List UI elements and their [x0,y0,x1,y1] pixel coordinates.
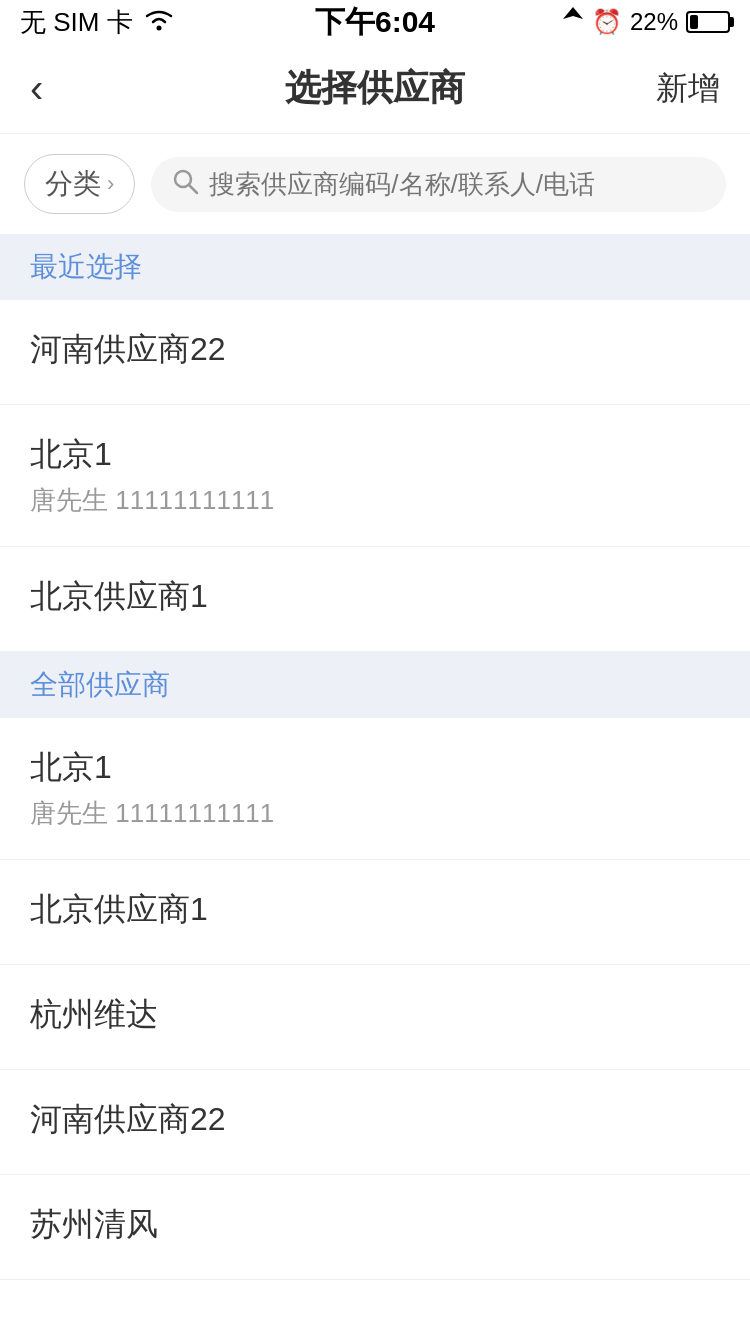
all-list-item[interactable]: 苏州清风 [0,1175,750,1280]
all-list: 北京1 唐先生 11111111111 北京供应商1 杭州维达河南供应商22 苏州清风 [0,718,750,1280]
recent-section-header: 最近选择 [0,234,750,300]
all-list-item[interactable]: 杭州维达 [0,965,750,1070]
item-name: 北京供应商1 [30,888,720,932]
back-button[interactable]: ‹ [30,66,110,111]
svg-line-2 [189,185,197,193]
status-time: 下午6:04 [315,2,435,43]
recent-list-item[interactable]: 北京1 唐先生 11111111111 [0,405,750,547]
svg-point-0 [156,25,161,30]
search-input[interactable] [209,169,706,200]
all-section-label: 全部供应商 [30,669,170,700]
status-right: ⏰ 22% [562,6,730,38]
item-name: 杭州维达 [30,993,720,1037]
status-left: 无 SIM 卡 [20,5,177,40]
item-name: 北京1 [30,433,720,477]
all-list-item[interactable]: 北京1 唐先生 11111111111 [0,718,750,860]
chevron-right-icon: › [107,171,114,197]
sim-status: 无 SIM 卡 [20,5,133,40]
search-bar: 分类 › [0,134,750,234]
category-label: 分类 [45,165,101,203]
search-icon [171,167,199,202]
item-sub: 唐先生 11111111111 [30,483,720,518]
battery-percent: 22% [630,8,678,36]
category-button[interactable]: 分类 › [24,154,135,214]
alarm-icon: ⏰ [592,8,622,36]
status-bar: 无 SIM 卡 下午6:04 ⏰ 22% [0,0,750,44]
item-name: 河南供应商22 [30,1098,720,1142]
item-name: 河南供应商22 [30,328,720,372]
item-name: 北京供应商1 [30,575,720,619]
recent-list-item[interactable]: 北京供应商1 [0,547,750,652]
recent-list-item[interactable]: 河南供应商22 [0,300,750,405]
add-button[interactable]: 新增 [640,67,720,111]
search-input-wrap [151,157,726,212]
item-name: 苏州清风 [30,1203,720,1247]
item-name: 北京1 [30,746,720,790]
battery-icon [686,11,730,33]
recent-section-label: 最近选择 [30,251,142,282]
wifi-icon [141,6,177,39]
item-sub: 唐先生 11111111111 [30,796,720,831]
all-section-header: 全部供应商 [0,652,750,718]
location-icon [562,6,584,38]
nav-bar: ‹ 选择供应商 新增 [0,44,750,134]
all-list-item[interactable]: 北京供应商1 [0,860,750,965]
all-list-item[interactable]: 河南供应商22 [0,1070,750,1175]
recent-list: 河南供应商22 北京1 唐先生 11111111111 北京供应商1 [0,300,750,652]
page-title: 选择供应商 [285,64,465,113]
